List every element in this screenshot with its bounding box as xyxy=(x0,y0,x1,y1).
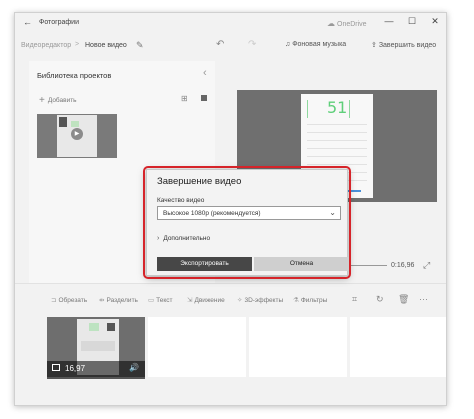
background-music-button[interactable]: ♫ Фоновая музыка xyxy=(285,41,346,48)
3d-effects-label: 3D-эффекты xyxy=(244,297,284,304)
collapse-chevron-icon[interactable]: ‹ xyxy=(203,67,207,79)
editor-toolbar: Видеоредактор > Новое видео ✎ ↶ ↷ ♫ Фоно… xyxy=(15,33,446,59)
trim-icon: ⊐ xyxy=(51,297,57,304)
app-window: ← Фотографии ☁ OneDrive — ☐ ✕ Видеоредакт… xyxy=(14,12,447,406)
plus-icon: + xyxy=(39,95,45,106)
storyboard: ⊐ Обрезать ⇹ Разделить ▭ Текст ⇲ Движение ✧ 3… xyxy=(15,283,446,405)
more-options-icon[interactable]: ··· xyxy=(419,294,428,304)
library-thumbnail[interactable]: ▶ xyxy=(37,114,117,158)
clip-selected-underline xyxy=(47,377,145,379)
preview-number: 51 xyxy=(327,98,348,117)
title-bar: ← Фотографии ☁ OneDrive — ☐ ✕ xyxy=(15,13,446,33)
sheet-row xyxy=(307,156,367,157)
minimize-button[interactable]: — xyxy=(382,16,396,26)
onedrive-label: OneDrive xyxy=(337,21,367,28)
filters-icon: ⚗ xyxy=(293,297,299,304)
text-label: Текст xyxy=(156,297,173,304)
grid-line xyxy=(307,100,308,118)
background-music-label: Фоновая музыка xyxy=(292,41,347,48)
trim-label: Обрезать xyxy=(58,297,88,304)
sheet-row xyxy=(307,140,367,141)
sheet-row xyxy=(307,132,367,133)
text-icon: ▭ xyxy=(148,297,155,304)
delete-icon[interactable]: 🗑 xyxy=(398,294,409,305)
crop-icon[interactable]: ⌗ xyxy=(352,294,357,305)
fullscreen-expand-icon[interactable]: ⤢ xyxy=(423,260,430,271)
clip-gray-block xyxy=(81,341,115,351)
clip-info-bar: 16,97 🔊 xyxy=(47,361,145,377)
undo-icon[interactable]: ↶ xyxy=(216,39,224,50)
library-title: Библиотека проектов xyxy=(37,71,112,80)
filters-label: Фильтры xyxy=(300,297,328,304)
trim-button[interactable]: ⊐ Обрезать xyxy=(51,296,87,304)
empty-clip-slot[interactable] xyxy=(350,317,446,377)
finish-video-label: Завершить видео xyxy=(378,42,437,49)
motion-label: Движение xyxy=(194,297,225,304)
motion-button[interactable]: ⇲ Движение xyxy=(187,296,225,304)
export-icon: ⇪ xyxy=(371,42,379,49)
close-button[interactable]: ✕ xyxy=(428,16,442,27)
finish-video-button[interactable]: ⇪ Завершить видео xyxy=(371,41,436,49)
split-icon: ⇹ xyxy=(99,297,105,304)
thumbnail-green-block xyxy=(71,121,79,127)
clip-dark-block xyxy=(107,323,115,331)
filters-button[interactable]: ⚗ Фильтры xyxy=(293,296,327,304)
redo-icon[interactable]: ↷ xyxy=(248,39,256,50)
text-button[interactable]: ▭ Текст xyxy=(148,296,173,304)
breadcrumb-separator: > xyxy=(75,41,80,48)
back-arrow-icon[interactable]: ← xyxy=(23,18,32,27)
volume-icon[interactable]: 🔊 xyxy=(129,363,139,372)
motion-icon: ⇲ xyxy=(187,297,193,304)
maximize-button[interactable]: ☐ xyxy=(405,16,419,27)
split-button[interactable]: ⇹ Разделить xyxy=(99,296,138,304)
add-label: Добавить xyxy=(47,97,77,104)
onedrive-status[interactable]: ☁ OneDrive xyxy=(327,19,367,28)
storyboard-clip[interactable]: 16,97 🔊 xyxy=(47,317,145,379)
app-title: Фотографии xyxy=(39,19,80,26)
breadcrumb-video-editor[interactable]: Видеоредактор xyxy=(21,42,71,49)
add-button[interactable]: + Добавить xyxy=(39,95,77,106)
rotate-icon[interactable]: ↻ xyxy=(376,294,384,305)
empty-clip-slot[interactable] xyxy=(148,317,246,377)
rename-pencil-icon[interactable]: ✎ xyxy=(136,40,144,51)
3d-effects-button[interactable]: ✧ 3D-эффекты xyxy=(237,296,283,304)
empty-clip-slot[interactable] xyxy=(249,317,347,377)
storyboard-toolbar: ⊐ Обрезать ⇹ Разделить ▭ Текст ⇲ Движение ✧ 3… xyxy=(15,290,446,310)
list-view-icon[interactable] xyxy=(201,95,207,101)
highlight-annotation xyxy=(143,166,351,279)
split-label: Разделить xyxy=(106,297,138,304)
play-icon[interactable]: ▶ xyxy=(71,128,83,140)
sheet-row xyxy=(307,148,367,149)
cloud-icon: ☁ xyxy=(327,19,335,28)
clip-green-block xyxy=(89,323,99,331)
thumbnail-dark-block xyxy=(59,117,67,127)
grid-view-icon[interactable]: ⊞ xyxy=(181,94,188,103)
sheet-row xyxy=(307,164,367,165)
more-options-icon[interactable]: ··· xyxy=(445,38,446,49)
grid-line xyxy=(349,100,350,118)
sheet-row xyxy=(307,124,367,125)
playback-time: 0:16,96 xyxy=(391,262,415,269)
clip-duration: 16,97 xyxy=(65,364,86,373)
breadcrumb-current: Новое видео xyxy=(85,42,127,49)
monitor-icon xyxy=(52,364,60,371)
3d-effects-icon: ✧ xyxy=(237,297,243,304)
